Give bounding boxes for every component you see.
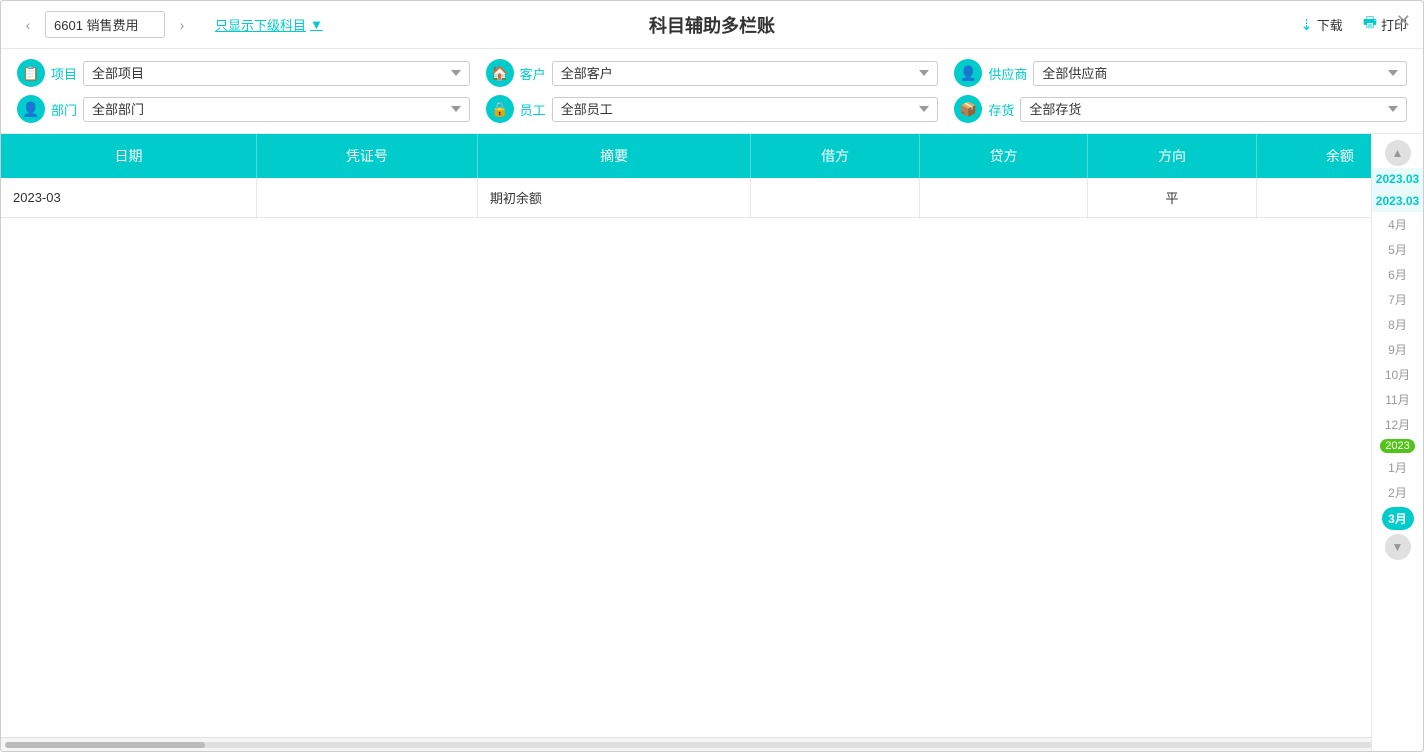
filter-customer: 🏠 客户 全部客户: [486, 59, 939, 87]
filter-inventory: 📦 存货 全部存货: [954, 95, 1407, 123]
main-window: ‹ 6601 销售费用 › 只显示下级科目 ▼ 科目辅助多栏账 ⇣ 下载 🖶 打…: [0, 0, 1424, 752]
close-button[interactable]: ✕: [1396, 11, 1411, 32]
horizontal-scrollbar[interactable]: [1, 737, 1423, 751]
side-item-9[interactable]: 9月: [1372, 337, 1423, 362]
employee-icon: 🔒: [486, 95, 514, 123]
department-label: 部门: [51, 100, 77, 119]
filter-area: 📋 项目 全部项目 🏠 客户 全部客户 👤 供应商 全部供应商: [1, 49, 1423, 134]
filter-row-2: 👤 部门 全部部门 🔒 员工 全部员工 📦 存货 全部存货: [17, 95, 1407, 123]
project-select[interactable]: 全部项目: [83, 61, 470, 86]
supplier-label: 供应商: [988, 64, 1027, 83]
side-item-4[interactable]: 4月: [1372, 212, 1423, 237]
col-date: 日期: [1, 134, 256, 178]
inventory-select[interactable]: 全部存货: [1020, 97, 1407, 122]
employee-label: 员工: [520, 100, 546, 119]
download-icon: ⇣: [1300, 16, 1313, 34]
chevron-down-icon: ▼: [310, 17, 323, 32]
department-icon: 👤: [17, 95, 45, 123]
customer-label: 客户: [520, 64, 546, 83]
scroll-thumb[interactable]: [5, 742, 205, 748]
filter-department: 👤 部门 全部部门: [17, 95, 470, 123]
side-item-2023-03-top[interactable]: 2023.03: [1372, 168, 1423, 190]
project-label: 项目: [51, 64, 77, 83]
side-item-7[interactable]: 7月: [1372, 287, 1423, 312]
filter-row-1: 📋 项目 全部项目 🏠 客户 全部客户 👤 供应商 全部供应商: [17, 59, 1407, 87]
customer-select[interactable]: 全部客户: [552, 61, 939, 86]
col-credit: 贷方: [919, 134, 1088, 178]
side-arrow-up[interactable]: ▲: [1385, 140, 1411, 166]
side-item-12[interactable]: 12月: [1372, 412, 1423, 437]
employee-select[interactable]: 全部员工: [552, 97, 939, 122]
title-bar: ‹ 6601 销售费用 › 只显示下级科目 ▼ 科目辅助多栏账 ⇣ 下载 🖶 打…: [1, 1, 1423, 49]
side-item-3-current[interactable]: 3月: [1382, 507, 1414, 530]
filter-supplier: 👤 供应商 全部供应商: [954, 59, 1407, 87]
cell-debit: [751, 178, 920, 218]
supplier-select[interactable]: 全部供应商: [1033, 61, 1407, 86]
col-direction: 方向: [1088, 134, 1257, 178]
download-button[interactable]: ⇣ 下载: [1300, 15, 1343, 34]
toolbar-right: ⇣ 下载 🖶 打印: [1300, 12, 1407, 37]
side-item-8[interactable]: 8月: [1372, 312, 1423, 337]
side-item-2[interactable]: 2月: [1372, 480, 1423, 505]
customer-icon: 🏠: [486, 59, 514, 87]
cell-direction: 平: [1088, 178, 1257, 218]
side-item-6[interactable]: 6月: [1372, 262, 1423, 287]
table-container: 日期 凭证号 摘要 借方 贷方 方向 余额 2023-03 期初余额: [1, 134, 1423, 737]
cell-voucher: [256, 178, 477, 218]
col-summary: 摘要: [477, 134, 750, 178]
inventory-icon: 📦: [954, 95, 982, 123]
cell-date: 2023-03: [1, 178, 256, 218]
department-select[interactable]: 全部部门: [83, 97, 470, 122]
scroll-track: [5, 742, 1419, 748]
filter-employee: 🔒 员工 全部员工: [486, 95, 939, 123]
page-title: 科目辅助多栏账: [649, 12, 775, 38]
year-badge[interactable]: 2023: [1380, 439, 1414, 453]
next-account-button[interactable]: ›: [171, 14, 193, 36]
ledger-table: 日期 凭证号 摘要 借方 贷方 方向 余额 2023-03 期初余额: [1, 134, 1423, 218]
side-item-5[interactable]: 5月: [1372, 237, 1423, 262]
prev-account-button[interactable]: ‹: [17, 14, 39, 36]
col-voucher: 凭证号: [256, 134, 477, 178]
inventory-label: 存货: [988, 100, 1014, 119]
side-item-2023-03-second[interactable]: 2023.03: [1372, 190, 1423, 212]
filter-project: 📋 项目 全部项目: [17, 59, 470, 87]
show-sub-dropdown[interactable]: 只显示下级科目 ▼: [215, 15, 323, 34]
side-arrow-down[interactable]: ▼: [1385, 534, 1411, 560]
side-item-10[interactable]: 10月: [1372, 362, 1423, 387]
side-item-11[interactable]: 11月: [1372, 387, 1423, 412]
account-code: 6601 销售费用: [45, 11, 165, 38]
table-header-row: 日期 凭证号 摘要 借方 贷方 方向 余额: [1, 134, 1423, 178]
side-item-1[interactable]: 1月: [1372, 455, 1423, 480]
nav-section: ‹ 6601 销售费用 › 只显示下级科目 ▼: [17, 11, 323, 38]
supplier-icon: 👤: [954, 59, 982, 87]
cell-credit: [919, 178, 1088, 218]
col-debit: 借方: [751, 134, 920, 178]
project-icon: 📋: [17, 59, 45, 87]
print-icon: 🖶: [1363, 12, 1377, 37]
cell-summary: 期初余额: [477, 178, 750, 218]
table-row: 2023-03 期初余额 平: [1, 178, 1423, 218]
side-panel: ▲ 2023.03 2023.03 4月 5月 6月 7月 8月 9月 10月 …: [1371, 134, 1423, 751]
